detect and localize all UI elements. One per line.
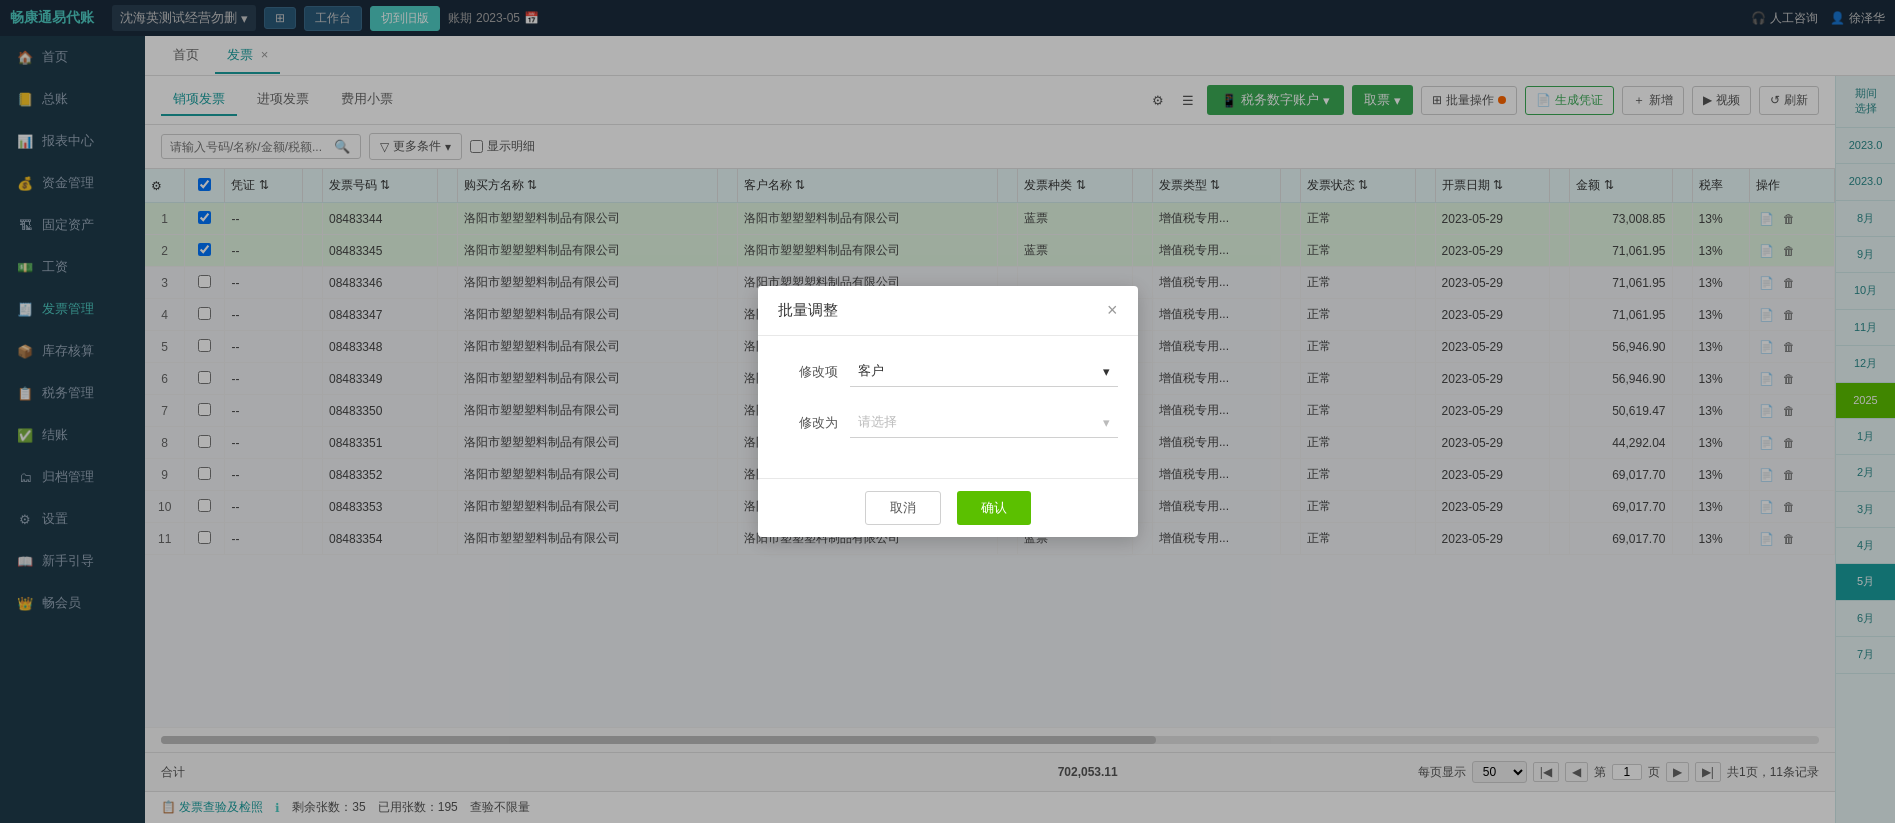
modal-overlay: 批量调整 × 修改项 客户 ▾ 修改为 请选择 ▾ 取消 确认 [0, 0, 1895, 823]
batch-adjust-modal: 批量调整 × 修改项 客户 ▾ 修改为 请选择 ▾ 取消 确认 [758, 286, 1138, 537]
change-to-row: 修改为 请选择 ▾ [778, 407, 1118, 438]
field-label: 修改项 [778, 363, 838, 381]
field-row: 修改项 客户 ▾ [778, 356, 1118, 387]
modal-close-btn[interactable]: × [1107, 300, 1118, 321]
field-dropdown-icon: ▾ [1103, 364, 1110, 379]
field-select[interactable]: 客户 ▾ [850, 356, 1118, 387]
field-value: 客户 [858, 362, 884, 380]
change-label: 修改为 [778, 414, 838, 432]
cancel-btn[interactable]: 取消 [865, 491, 941, 525]
change-placeholder: 请选择 [858, 413, 897, 431]
modal-footer: 取消 确认 [758, 478, 1138, 537]
change-to-select[interactable]: 请选择 ▾ [850, 407, 1118, 438]
confirm-btn[interactable]: 确认 [957, 491, 1031, 525]
modal-header: 批量调整 × [758, 286, 1138, 336]
modal-body: 修改项 客户 ▾ 修改为 请选择 ▾ [758, 336, 1138, 478]
change-dropdown-icon: ▾ [1103, 415, 1110, 430]
modal-title: 批量调整 [778, 301, 838, 320]
